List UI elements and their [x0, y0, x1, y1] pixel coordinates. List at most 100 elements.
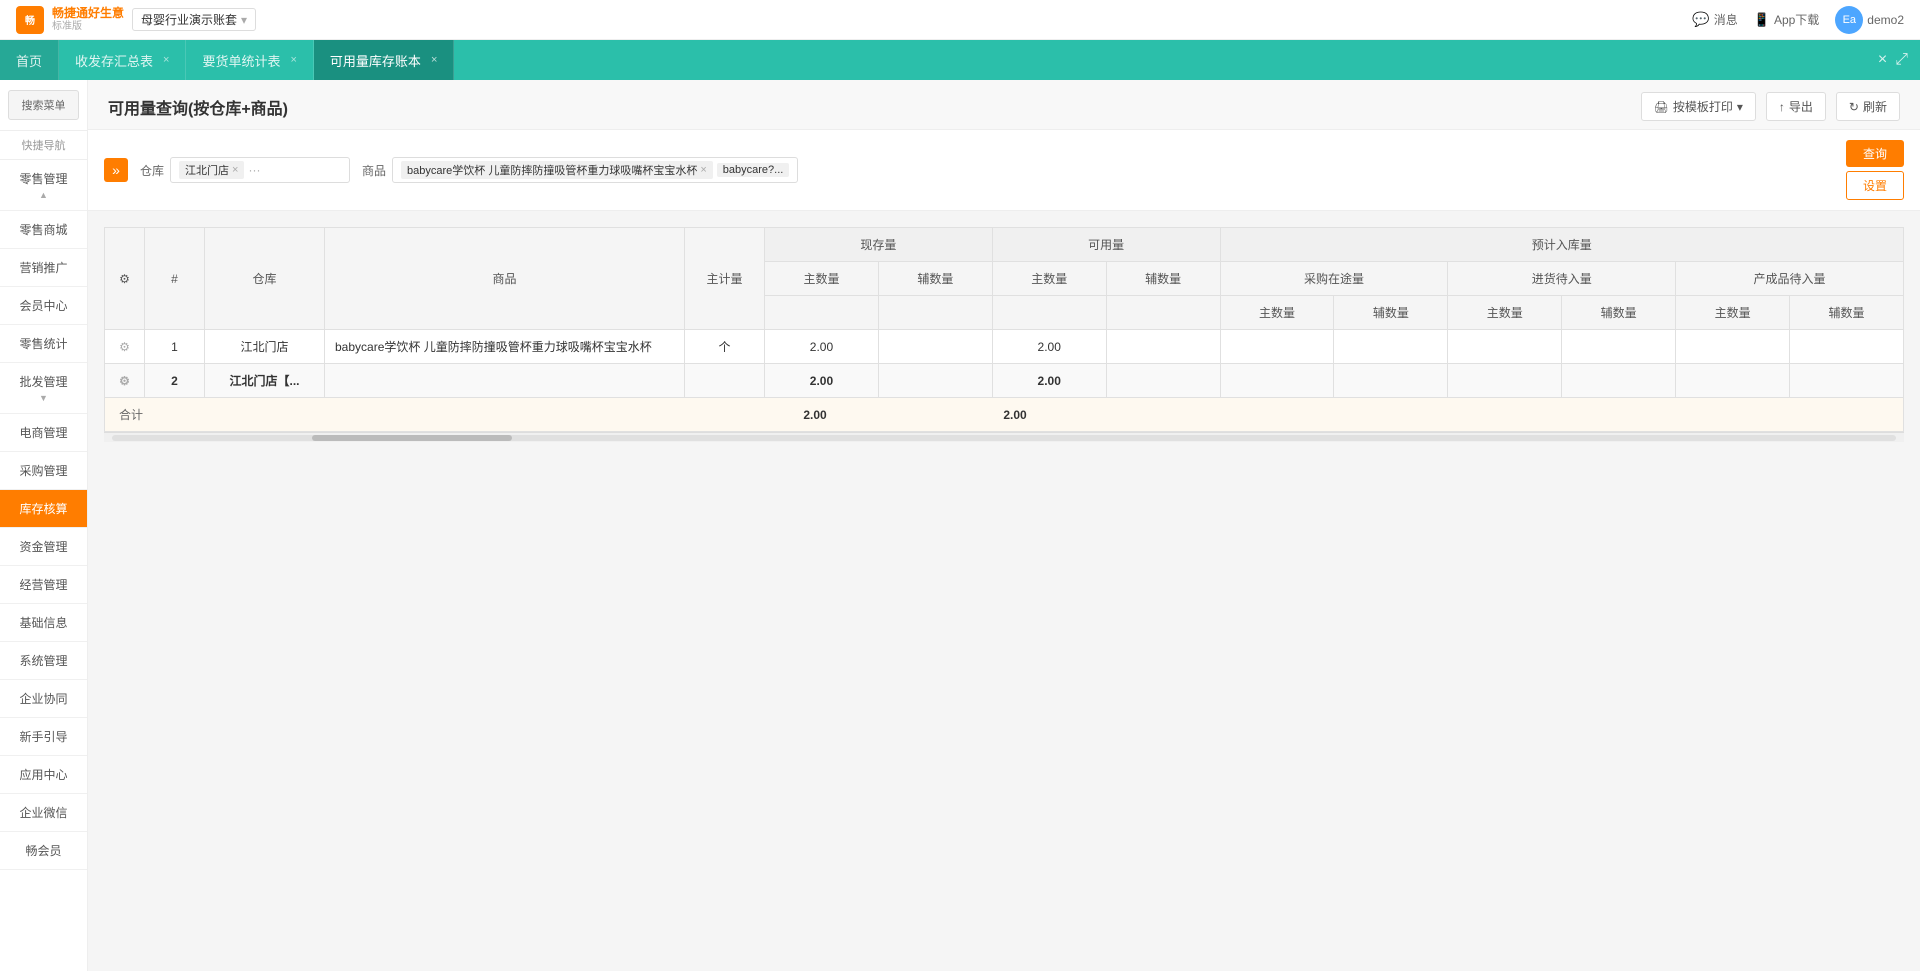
- product-tag-1-close[interactable]: ×: [700, 164, 706, 176]
- sidebar-item-finance[interactable]: 资金管理: [0, 528, 87, 566]
- export-btn[interactable]: ↑ 导出: [1766, 92, 1826, 121]
- tab-order-close[interactable]: ×: [290, 54, 296, 66]
- footer-available-main: 2.00: [965, 408, 1065, 422]
- message-btn[interactable]: 💬 消息: [1692, 11, 1737, 28]
- sidebar-item-wholesale[interactable]: 批发管理 ▼: [0, 363, 87, 414]
- product-tag-2: babycare?...: [717, 163, 790, 177]
- sidebar-item-ecommerce[interactable]: 电商管理: [0, 414, 87, 452]
- sidebar-item-label: 批发管理: [19, 373, 67, 390]
- app-name-block: 畅捷通好生意 标准版: [52, 6, 124, 32]
- row-available-main: 2.00: [992, 330, 1106, 364]
- sidebar-item-app-center[interactable]: 应用中心: [0, 756, 87, 794]
- col-production-sub-header: 辅数量: [1790, 296, 1904, 330]
- row-index: 2: [145, 364, 205, 398]
- row-settings[interactable]: ⚙: [105, 330, 145, 364]
- chevron-icon: ▲: [39, 190, 48, 200]
- chevron-down-icon: ▾: [241, 13, 247, 27]
- sidebar-item-label: 零售统计: [19, 335, 67, 352]
- row-current-sub: [878, 330, 992, 364]
- top-bar: 畅 畅捷通好生意 标准版 母婴行业演示账套 ▾ 💬 消息 📱 App下载 Ea …: [0, 0, 1920, 40]
- sidebar-item-label: 基础信息: [19, 614, 67, 631]
- row-purchase-sub: [1334, 330, 1448, 364]
- app-download-btn[interactable]: 📱 App下载: [1754, 11, 1820, 28]
- footer-current-sub: [865, 408, 965, 422]
- tab-receive-close[interactable]: ×: [163, 54, 169, 66]
- refresh-btn[interactable]: ↻ 刷新: [1836, 92, 1900, 121]
- warehouse-input[interactable]: 江北门店 × ···: [170, 157, 350, 183]
- filter-action-buttons: 查询 设置: [1846, 140, 1904, 200]
- col-purchase-main-header: 主数量: [1220, 296, 1334, 330]
- col-current-sub-header: 辅数量: [878, 262, 992, 296]
- sidebar-item-purchase[interactable]: 采购管理: [0, 452, 87, 490]
- template-print-btn[interactable]: 🖨 按模板打印 ▾: [1641, 92, 1756, 121]
- filter-settings-btn[interactable]: 设置: [1846, 171, 1904, 200]
- query-btn[interactable]: 查询: [1846, 140, 1904, 167]
- row-purchase-sub: [1334, 364, 1448, 398]
- message-label: 消息: [1714, 11, 1738, 28]
- sidebar-item-inventory[interactable]: 库存核算: [0, 490, 87, 528]
- settings-icon: ⚙: [119, 272, 130, 286]
- industry-label: 母婴行业演示账套: [141, 11, 237, 28]
- sidebar-quick-nav[interactable]: 快捷导航: [0, 131, 87, 160]
- col-incoming-sub-header: 辅数量: [1562, 296, 1676, 330]
- product-filter-group: 商品 babycare学饮杯 儿童防摔防撞吸管杯重力球吸嘴杯宝宝水杯 × bab…: [362, 157, 798, 183]
- sidebar-item-label: 企业微信: [19, 804, 67, 821]
- col-a-sub2: [1106, 296, 1220, 330]
- nav-tabs: 首页 收发存汇总表 × 要货单统计表 × 可用量库存账本 × × ⤢: [0, 40, 1920, 80]
- col-current-main-header: 主数量: [765, 262, 879, 296]
- tab-available[interactable]: 可用量库存账本 ×: [314, 40, 454, 80]
- sidebar-item-retail-store[interactable]: 零售商城: [0, 211, 87, 249]
- sidebar-item-retail-stats[interactable]: 零售统计: [0, 325, 87, 363]
- close-window-icon[interactable]: ×: [1878, 51, 1887, 69]
- row-warehouse: 江北门店: [205, 330, 325, 364]
- tab-receive[interactable]: 收发存汇总表 ×: [59, 40, 186, 80]
- sidebar-item-retail[interactable]: 零售管理 ▲: [0, 160, 87, 211]
- sidebar-item-operations[interactable]: 经营管理: [0, 566, 87, 604]
- warehouse-tag: 江北门店 ×: [179, 161, 244, 179]
- app-name: 畅捷通好生意: [52, 6, 124, 20]
- data-table: ⚙ # 仓库 商品 主计量 现存量 可用量 预计入库量 主数量 辅数量 主数量: [104, 227, 1904, 398]
- row-available-sub: [1106, 364, 1220, 398]
- export-icon: ↑: [1779, 100, 1785, 114]
- table-row: ⚙ 1 江北门店 babycare学饮杯 儿童防摔防撞吸管杯重力球吸嘴杯宝宝水杯…: [105, 330, 1904, 364]
- sidebar-item-enterprise-wechat[interactable]: 企业微信: [0, 794, 87, 832]
- sidebar-item-enterprise[interactable]: 企业协同: [0, 680, 87, 718]
- row-settings[interactable]: ⚙: [105, 364, 145, 398]
- nav-tab-actions: × ⤢: [1866, 40, 1920, 80]
- col-settings-header[interactable]: ⚙: [105, 228, 145, 330]
- tab-order[interactable]: 要货单统计表 ×: [186, 40, 313, 80]
- warehouse-tag-close[interactable]: ×: [232, 164, 238, 176]
- row-unit: [685, 364, 765, 398]
- table-row: ⚙ 2 江北门店【... 2.00 2.00: [105, 364, 1904, 398]
- user-profile[interactable]: Ea demo2: [1835, 6, 1904, 34]
- row-incoming-main: [1448, 330, 1562, 364]
- sidebar-item-member[interactable]: 会员中心: [0, 287, 87, 325]
- sidebar-item-system[interactable]: 系统管理: [0, 642, 87, 680]
- sidebar-item-basic[interactable]: 基础信息: [0, 604, 87, 642]
- sidebar-item-label: 企业协同: [19, 690, 67, 707]
- filter-bar: » 仓库 江北门店 × ··· 商品 babycare学饮杯 儿童防摔防撞吸管杯…: [88, 130, 1920, 211]
- sidebar-item-label: 资金管理: [19, 538, 67, 555]
- maximize-window-icon[interactable]: ⤢: [1895, 51, 1908, 69]
- col-unit-header: 主计量: [685, 228, 765, 330]
- row-production-sub: [1790, 364, 1904, 398]
- sidebar-item-marketing[interactable]: 营销推广: [0, 249, 87, 287]
- sidebar-item-new-guide[interactable]: 新手引导: [0, 718, 87, 756]
- col-available-main-header: 主数量: [992, 262, 1106, 296]
- scrollbar-thumb[interactable]: [312, 435, 512, 441]
- filter-expand-btn[interactable]: »: [104, 158, 128, 182]
- product-label: 商品: [362, 162, 386, 179]
- tab-order-label: 要货单统计表: [202, 51, 280, 70]
- filter-more-btn[interactable]: ···: [248, 163, 260, 177]
- sidebar-item-member2[interactable]: 畅会员: [0, 832, 87, 870]
- sidebar-item-label: 营销推广: [19, 259, 67, 276]
- horizontal-scrollbar[interactable]: [104, 432, 1904, 442]
- industry-selector[interactable]: 母婴行业演示账套 ▾: [132, 8, 256, 31]
- row-incoming-sub: [1562, 364, 1676, 398]
- product-input[interactable]: babycare学饮杯 儿童防摔防撞吸管杯重力球吸嘴杯宝宝水杯 × babyca…: [392, 157, 798, 183]
- sidebar-item-label: 会员中心: [19, 297, 67, 314]
- tab-home[interactable]: 首页: [0, 40, 59, 80]
- search-menu-button[interactable]: 搜索菜单: [8, 90, 79, 120]
- tab-available-close[interactable]: ×: [431, 54, 437, 66]
- row-current-main: 2.00: [765, 330, 879, 364]
